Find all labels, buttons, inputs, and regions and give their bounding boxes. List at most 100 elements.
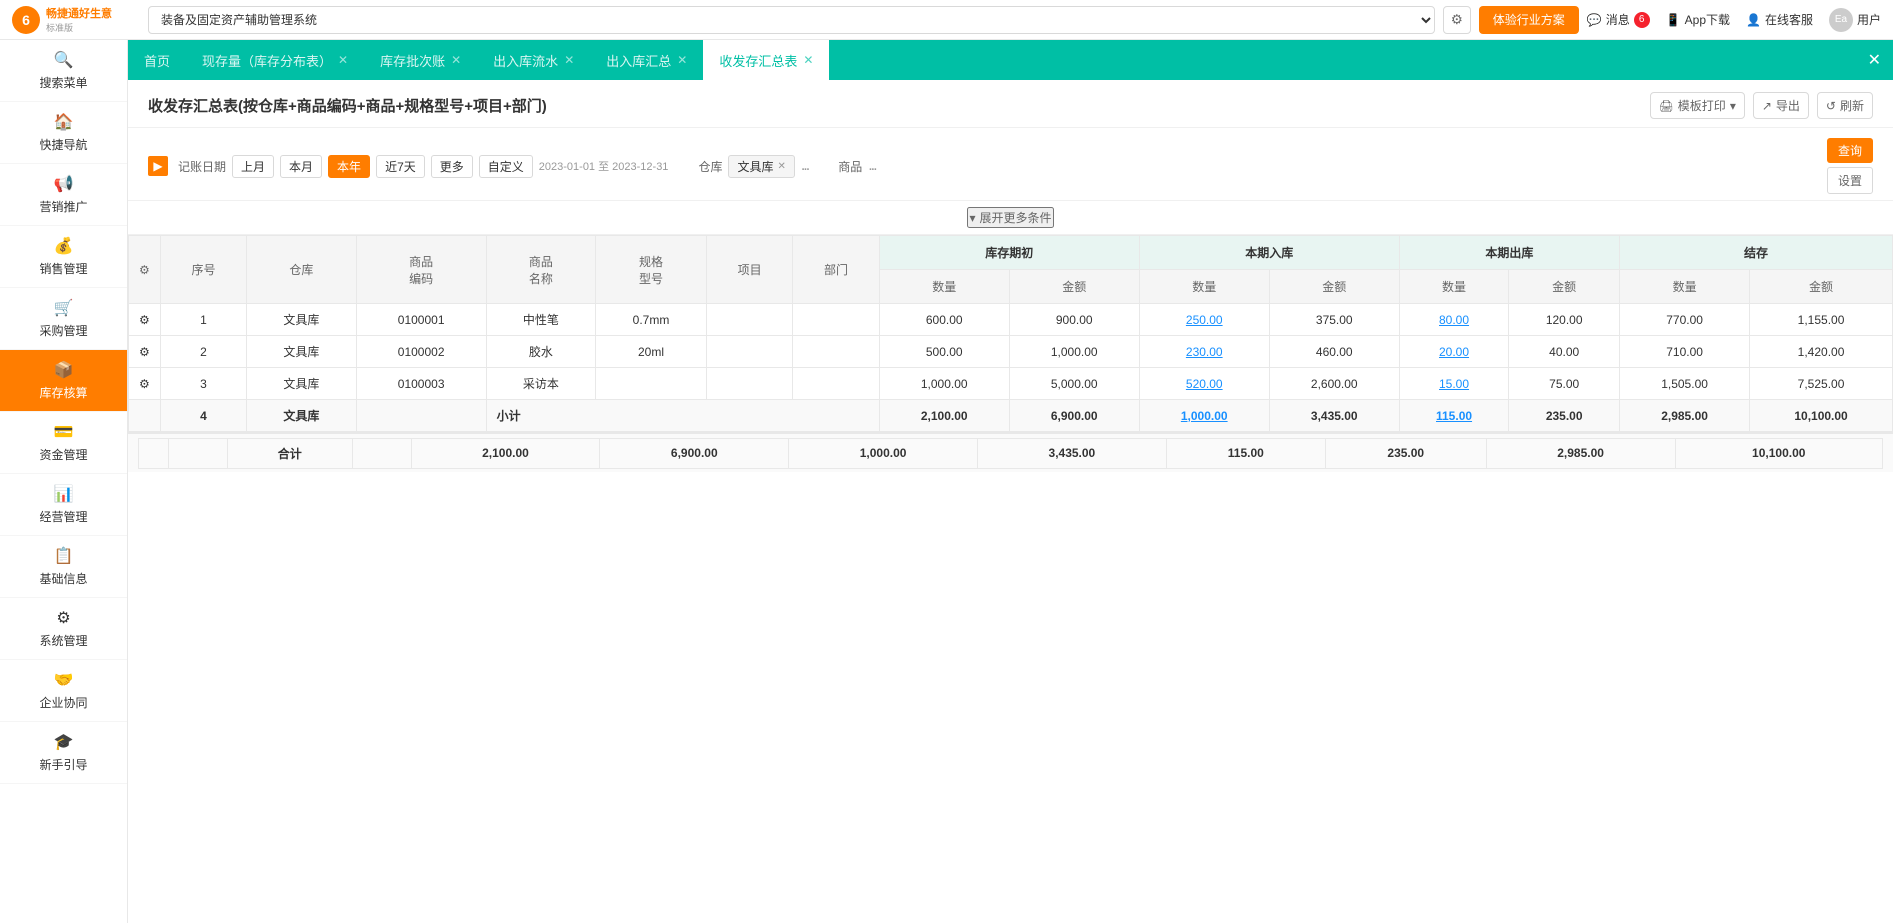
sub-code	[356, 400, 486, 432]
gear-button[interactable]: ⚙	[1443, 6, 1471, 34]
tab-home[interactable]: 首页	[128, 40, 186, 80]
sidebar-label-system: 系统管理	[39, 632, 87, 649]
warehouse-more[interactable]: ...	[801, 157, 808, 175]
expand-button[interactable]: ▾ 展开更多条件	[967, 207, 1053, 228]
set-button[interactable]: 设置	[1827, 167, 1873, 194]
message-label: 消息	[1606, 11, 1630, 28]
tab-label-batch: 库存批次账	[380, 51, 445, 70]
date-7days[interactable]: 近7天	[376, 155, 425, 178]
sidebar-item-finance[interactable]: 💳资金管理	[0, 412, 127, 474]
row-settings-2[interactable]: ⚙	[129, 368, 161, 400]
basic-icon: 📋	[54, 546, 74, 566]
row-warehouse-1: 文具库	[247, 336, 356, 368]
export-button[interactable]: ↗ 导出	[1753, 92, 1809, 119]
sidebar-item-marketing[interactable]: 📢营销推广	[0, 164, 127, 226]
sidebar-label-sales: 销售管理	[39, 260, 87, 277]
row-dept-1	[793, 336, 879, 368]
sub-close-amt: 10,100.00	[1750, 400, 1893, 432]
tab-close-recv-send[interactable]: ✕	[803, 53, 813, 67]
tab-flow[interactable]: 出入库流水✕	[477, 40, 590, 80]
row-name-2: 采访本	[486, 368, 595, 400]
sub-out-qty[interactable]: 115.00	[1399, 400, 1509, 432]
sales-icon: 💰	[54, 236, 74, 256]
message-badge: 6	[1634, 12, 1650, 28]
footer-settings	[139, 438, 169, 468]
trial-button[interactable]: 体验行业方案	[1479, 6, 1579, 34]
row-out-qty-2[interactable]: 15.00	[1399, 368, 1509, 400]
filter-row-1: ▶ 记账日期 上月 本月 本年 近7天 更多 自定义 2023-01-01 至 …	[128, 128, 1893, 201]
refresh-icon: ↺	[1826, 99, 1836, 113]
date-this-year[interactable]: 本年	[328, 155, 370, 178]
guide-icon: 🎓	[54, 732, 74, 752]
sidebar-item-search[interactable]: 🔍搜索菜单	[0, 40, 127, 102]
row-name-0: 中性笔	[486, 304, 595, 336]
sidebar-item-inventory[interactable]: 📦库存核算	[0, 350, 127, 412]
row-spec-2	[596, 368, 707, 400]
sidebar-item-purchase[interactable]: 🛒采购管理	[0, 288, 127, 350]
sidebar-item-basic[interactable]: 📋基础信息	[0, 536, 127, 598]
tab-close-stock-dist[interactable]: ✕	[338, 53, 348, 67]
tab-summary[interactable]: 出入库汇总 ✕	[590, 40, 703, 80]
sidebar-item-quick-nav[interactable]: 🏠 快捷导航	[0, 102, 127, 164]
date-this-month[interactable]: 本月	[280, 155, 322, 178]
user-menu[interactable]: Ea 用户	[1829, 8, 1881, 32]
row-close-qty-2: 1,505.00	[1620, 368, 1750, 400]
row-out-qty-0[interactable]: 80.00	[1399, 304, 1509, 336]
row-in-qty-1[interactable]: 230.00	[1139, 336, 1269, 368]
date-custom[interactable]: 自定义	[479, 155, 533, 178]
tab-label-recv-send: 收发存汇总表	[719, 51, 797, 70]
sidebar-label-quick-nav: 快捷导航	[39, 136, 87, 153]
row-out-amt-1: 40.00	[1509, 336, 1620, 368]
refresh-button[interactable]: ↺ 刷新	[1817, 92, 1873, 119]
row-close-amt-0: 1,155.00	[1750, 304, 1893, 336]
finance-icon: 💳	[54, 422, 74, 442]
filter-toggle[interactable]: ▶	[148, 156, 168, 176]
sub-in-qty[interactable]: 1,000.00	[1139, 400, 1269, 432]
sidebar-item-guide[interactable]: 🎓新手引导	[0, 722, 127, 784]
tab-close-summary[interactable]: ✕	[677, 53, 687, 67]
sidebar-item-sales[interactable]: 💰 销售管理	[0, 226, 127, 288]
tab-close-flow[interactable]: ✕	[564, 53, 574, 67]
tab-close-batch[interactable]: ✕	[451, 53, 461, 67]
col-warehouse-header: 仓库	[247, 236, 356, 304]
goods-filter: 商品 ...	[838, 157, 875, 175]
goods-more[interactable]: ...	[868, 157, 875, 175]
main-layout: 🔍搜索菜单 🏠 快捷导航 📢营销推广 💰 销售管理 🛒采购管理📦库存核算💳资金管理📊经营管理…	[0, 40, 1893, 923]
quick-nav-icon: 🏠	[54, 112, 74, 132]
search-icon: 🔍	[54, 50, 74, 70]
date-more[interactable]: 更多	[431, 155, 473, 178]
tab-close-all[interactable]: ✕	[1856, 50, 1893, 70]
row-out-qty-1[interactable]: 20.00	[1399, 336, 1509, 368]
online-service-button[interactable]: 👤 在线客服	[1746, 11, 1813, 28]
row-in-qty-0[interactable]: 250.00	[1139, 304, 1269, 336]
footer-open-amt: 6,900.00	[600, 438, 789, 468]
warehouse-filter: 仓库 文具库 ✕ ...	[698, 155, 808, 178]
row-dept-2	[793, 368, 879, 400]
tab-recv-send[interactable]: 收发存汇总表 ✕	[703, 40, 829, 80]
content-area: 首页现存量（库存分布表）✕库存批次账✕出入库流水✕出入库汇总✕收发存汇总表✕✕ …	[128, 40, 1893, 923]
sub-settings	[129, 400, 161, 432]
tab-stock-dist[interactable]: 现存量（库存分布表）✕	[186, 40, 364, 80]
row-in-qty-2[interactable]: 520.00	[1139, 368, 1269, 400]
sidebar-item-system[interactable]: ⚙系统管理	[0, 598, 127, 660]
logo-badge: 标准版	[46, 21, 112, 34]
date-last-month[interactable]: 上月	[232, 155, 274, 178]
row-settings-0[interactable]: ⚙	[129, 304, 161, 336]
system-select[interactable]: 装备及固定资产辅助管理系统	[148, 6, 1435, 34]
print-button[interactable]: 🖨 模板打印 ▾	[1650, 92, 1745, 119]
sidebar-item-operations[interactable]: 📊经营管理	[0, 474, 127, 536]
row-settings-1[interactable]: ⚙	[129, 336, 161, 368]
row-in-amt-1: 460.00	[1269, 336, 1399, 368]
tab-label-summary: 出入库汇总	[606, 51, 671, 70]
message-button[interactable]: 💬 消息 6	[1587, 11, 1650, 28]
tab-batch[interactable]: 库存批次账 ✕	[364, 40, 477, 80]
sidebar-item-enterprise[interactable]: 🤝企业协同	[0, 660, 127, 722]
app-download-button[interactable]: 📱 App下载	[1666, 11, 1730, 28]
close-amt-header: 金额	[1750, 270, 1893, 304]
page-title: 收发存汇总表(按仓库+商品编码+商品+规格型号+项目+部门)	[148, 95, 547, 116]
warehouse-tag-close[interactable]: ✕	[777, 161, 785, 172]
out-amt-header: 金额	[1509, 270, 1620, 304]
query-button[interactable]: 查询	[1827, 138, 1873, 163]
warehouse-label: 仓库	[698, 158, 722, 175]
footer-out-amt: 235.00	[1325, 438, 1486, 468]
